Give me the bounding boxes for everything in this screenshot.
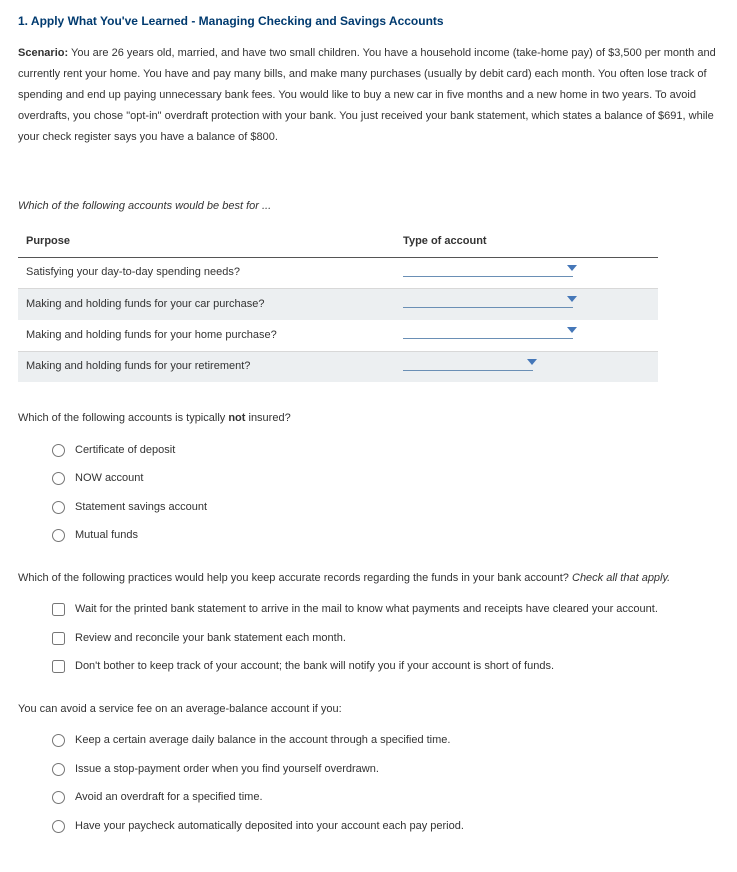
type-select-cell[interactable] (395, 320, 658, 351)
option-label: Keep a certain average daily balance in … (75, 732, 450, 749)
question-text: You can avoid a service fee on an averag… (18, 701, 719, 719)
options-list: Wait for the printed bank statement to a… (18, 601, 719, 675)
chevron-down-icon (527, 359, 537, 365)
purpose-cell: Making and holding funds for your home p… (18, 320, 395, 351)
q2-pre: Which of the following accounts is typic… (18, 412, 228, 424)
checkbox-option[interactable]: Review and reconcile your bank statement… (52, 630, 719, 647)
scenario-label: Scenario: (18, 47, 68, 59)
table-row: Satisfying your day-to-day spending need… (18, 257, 658, 289)
table-row: Making and holding funds for your retire… (18, 351, 658, 382)
select-line[interactable] (403, 357, 533, 371)
q2-post: insured? (245, 412, 290, 424)
radio-input[interactable] (52, 763, 65, 776)
option-label: Review and reconcile your bank statement… (75, 630, 346, 647)
q3-hint: Check all that apply. (572, 572, 670, 584)
radio-input[interactable] (52, 501, 65, 514)
checkbox-option[interactable]: Don't bother to keep track of your accou… (52, 658, 719, 675)
purpose-cell: Making and holding funds for your retire… (18, 351, 395, 382)
option-label: Avoid an overdraft for a specified time. (75, 789, 263, 806)
table-prompt: Which of the following accounts would be… (18, 198, 719, 216)
checkbox-input[interactable] (52, 632, 65, 645)
select-line[interactable] (403, 294, 573, 308)
chevron-down-icon (567, 327, 577, 333)
option-label: NOW account (75, 470, 143, 487)
radio-input[interactable] (52, 529, 65, 542)
type-select-cell[interactable] (395, 351, 658, 382)
radio-input[interactable] (52, 734, 65, 747)
option-label: Statement savings account (75, 499, 207, 516)
select-line[interactable] (403, 263, 573, 277)
scenario-block: Scenario: You are 26 years old, married,… (18, 43, 719, 147)
question-3: Which of the following practices would h… (18, 570, 719, 675)
th-type: Type of account (395, 227, 658, 257)
checkbox-input[interactable] (52, 660, 65, 673)
radio-input[interactable] (52, 444, 65, 457)
radio-input[interactable] (52, 791, 65, 804)
th-purpose: Purpose (18, 227, 395, 257)
option-label: Issue a stop-payment order when you find… (75, 761, 379, 778)
purpose-cell: Satisfying your day-to-day spending need… (18, 257, 395, 289)
options-list: Certificate of deposit NOW account State… (18, 442, 719, 544)
purpose-cell: Making and holding funds for your car pu… (18, 289, 395, 320)
question-4: You can avoid a service fee on an averag… (18, 701, 719, 835)
radio-option[interactable]: Keep a certain average daily balance in … (52, 732, 719, 749)
page-title: 1. Apply What You've Learned - Managing … (18, 12, 719, 31)
radio-option[interactable]: Certificate of deposit (52, 442, 719, 459)
type-select-cell[interactable] (395, 289, 658, 320)
account-table: Purpose Type of account Satisfying your … (18, 227, 658, 382)
q3-text: Which of the following practices would h… (18, 572, 572, 584)
checkbox-input[interactable] (52, 603, 65, 616)
radio-option[interactable]: Have your paycheck automatically deposit… (52, 818, 719, 835)
table-row: Making and holding funds for your car pu… (18, 289, 658, 320)
option-label: Have your paycheck automatically deposit… (75, 818, 464, 835)
radio-option[interactable]: Statement savings account (52, 499, 719, 516)
chevron-down-icon (567, 265, 577, 271)
question-text: Which of the following accounts is typic… (18, 410, 719, 428)
radio-input[interactable] (52, 472, 65, 485)
radio-option[interactable]: Avoid an overdraft for a specified time. (52, 789, 719, 806)
question-2: Which of the following accounts is typic… (18, 410, 719, 544)
option-label: Certificate of deposit (75, 442, 175, 459)
radio-option[interactable]: Mutual funds (52, 527, 719, 544)
scenario-text: You are 26 years old, married, and have … (18, 47, 716, 143)
select-line[interactable] (403, 325, 573, 339)
radio-option[interactable]: NOW account (52, 470, 719, 487)
checkbox-option[interactable]: Wait for the printed bank statement to a… (52, 601, 719, 618)
q2-bold: not (228, 412, 245, 424)
option-label: Wait for the printed bank statement to a… (75, 601, 658, 618)
radio-input[interactable] (52, 820, 65, 833)
chevron-down-icon (567, 296, 577, 302)
table-row: Making and holding funds for your home p… (18, 320, 658, 351)
radio-option[interactable]: Issue a stop-payment order when you find… (52, 761, 719, 778)
question-text: Which of the following practices would h… (18, 570, 719, 588)
option-label: Don't bother to keep track of your accou… (75, 658, 554, 675)
options-list: Keep a certain average daily balance in … (18, 732, 719, 834)
option-label: Mutual funds (75, 527, 138, 544)
type-select-cell[interactable] (395, 257, 658, 289)
